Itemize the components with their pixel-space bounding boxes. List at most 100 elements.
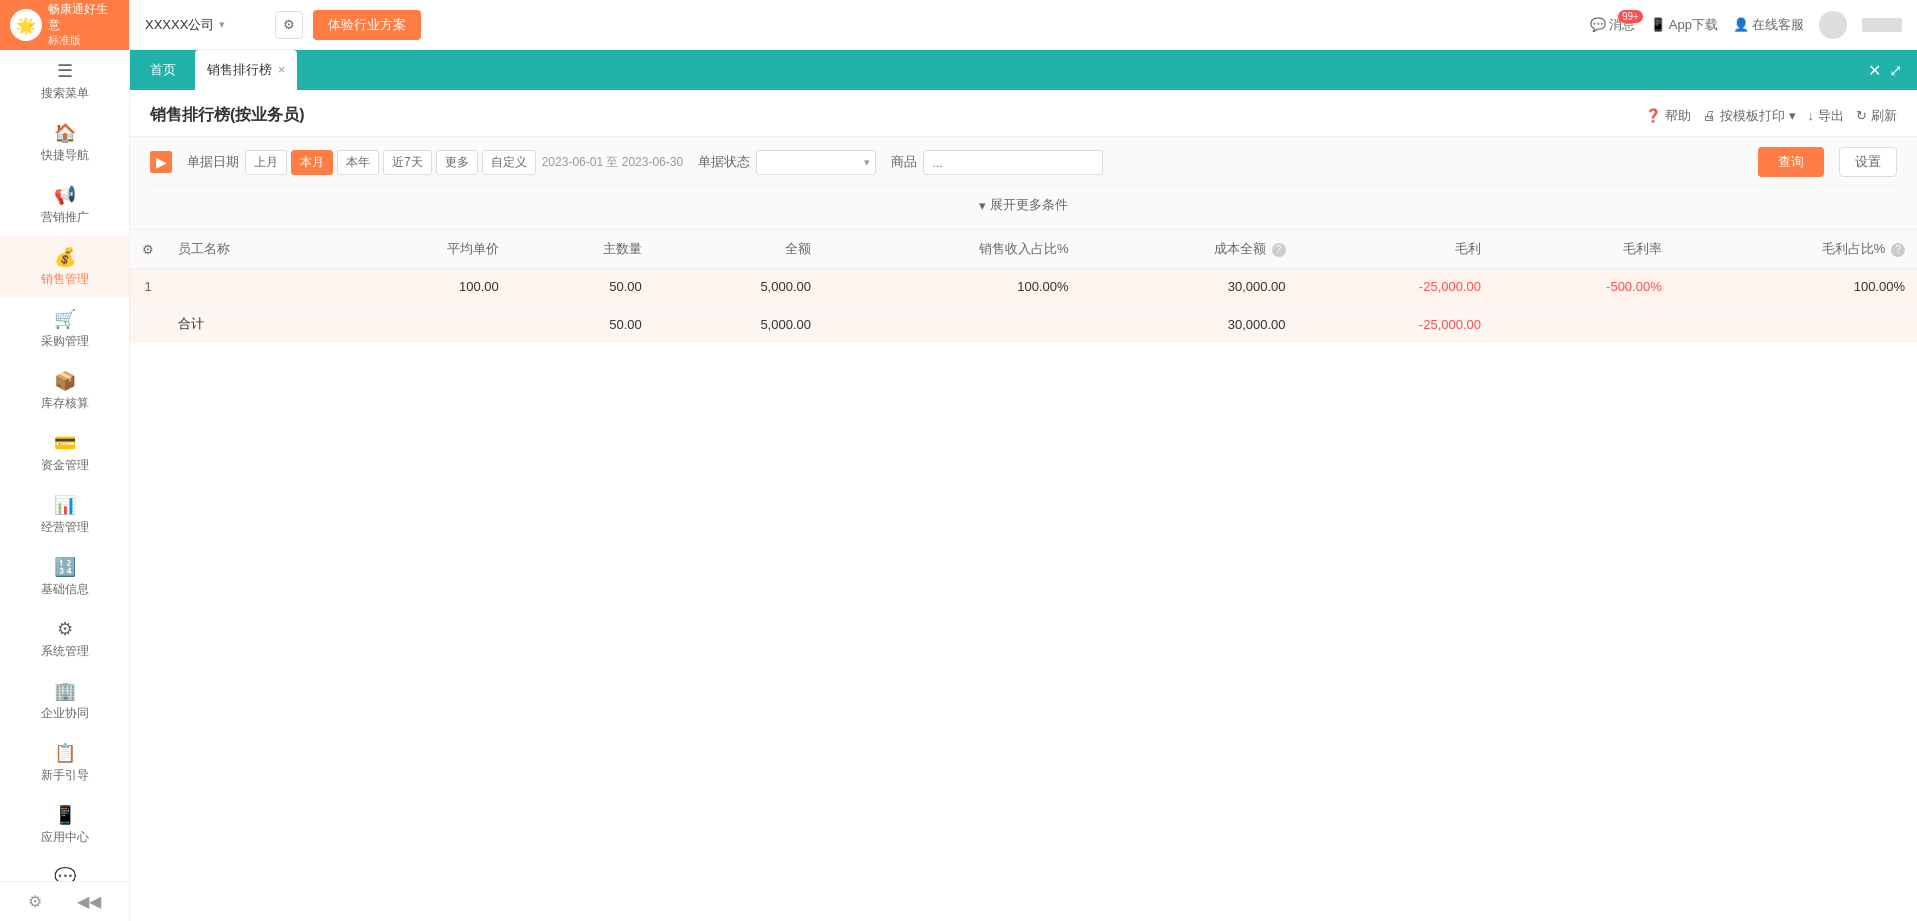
- sidebar-item-basic[interactable]: 🔢 基础信息: [0, 546, 129, 608]
- row-gross: -25,000.00: [1298, 269, 1493, 305]
- status-filter: 单据状态: [698, 150, 876, 175]
- footer-gross-rate: [1493, 305, 1674, 344]
- tab-close-btn[interactable]: ×: [278, 63, 285, 77]
- sidebar-item-shortcut[interactable]: 🏠 快捷导航: [0, 112, 129, 174]
- sidebar-item-search[interactable]: ☰ 搜索菜单: [0, 50, 129, 112]
- user-avatar[interactable]: [1819, 11, 1847, 39]
- status-select[interactable]: [756, 150, 876, 175]
- last7-btn[interactable]: 近7天: [383, 150, 432, 175]
- tabbar: 首页 销售排行榜 × ✕ ⤢: [130, 50, 1917, 90]
- sidebar-item-marketing[interactable]: 📢 营销推广: [0, 174, 129, 236]
- inventory-icon: 📦: [54, 370, 76, 392]
- trial-button[interactable]: 体验行业方案: [313, 10, 421, 40]
- topbar-settings-btn[interactable]: ⚙: [275, 11, 303, 39]
- logo-icon: 🌟: [10, 9, 42, 41]
- wechat-icon: 💬: [54, 866, 76, 881]
- settings-btn-filter[interactable]: 设置: [1839, 147, 1897, 177]
- col-cost: 成本全额 ?: [1081, 230, 1298, 269]
- refresh-btn[interactable]: ↻ 刷新: [1856, 107, 1897, 125]
- sidebar-collapse-btn[interactable]: ◀◀: [77, 892, 101, 911]
- notification-badge: 99+: [1618, 10, 1643, 23]
- footer-sales-pct: [823, 305, 1081, 344]
- sidebar-item-guide[interactable]: 📋 新手引导: [0, 732, 129, 794]
- footer-avg-price: [338, 305, 510, 344]
- print-btn[interactable]: 🖨 按模板打印 ▾: [1703, 107, 1796, 125]
- custom-date-btn[interactable]: 自定义: [482, 150, 536, 175]
- app-download-btn[interactable]: 📱 App下载: [1650, 16, 1718, 34]
- sidebar-item-enterprise[interactable]: 🏢 企业协同: [0, 670, 129, 732]
- refresh-icon: ↻: [1856, 108, 1867, 123]
- footer-amount: 5,000.00: [654, 305, 823, 344]
- col-settings[interactable]: ⚙: [130, 230, 166, 269]
- help-btn[interactable]: ❓ 帮助: [1645, 107, 1691, 125]
- last-month-btn[interactable]: 上月: [245, 150, 287, 175]
- sidebar-item-operations[interactable]: 📊 经营管理: [0, 484, 129, 546]
- print-icon: 🖨: [1703, 108, 1716, 123]
- sidebar-item-apps[interactable]: 📱 应用中心: [0, 794, 129, 856]
- footer-gross-pct: [1674, 305, 1917, 344]
- logo-text: 畅康通好生意 标准版: [48, 2, 119, 47]
- content: 销售排行榜(按业务员) ❓ 帮助 🖨 按模板打印 ▾ ↓ 导出: [130, 90, 1917, 921]
- sidebar-logo: 🌟 畅康通好生意 标准版: [0, 0, 129, 50]
- sidebar-item-purchase[interactable]: 🛒 采购管理: [0, 298, 129, 360]
- row-name: [166, 269, 338, 305]
- help-icon: ❓: [1645, 108, 1661, 123]
- grosspct-help-icon[interactable]: ?: [1891, 243, 1905, 257]
- page-header: 销售排行榜(按业务员) ❓ 帮助 🖨 按模板打印 ▾ ↓ 导出: [130, 90, 1917, 137]
- sidebar-item-system[interactable]: ⚙ 系统管理: [0, 608, 129, 670]
- expand-filters-btn[interactable]: ▾ 展开更多条件: [150, 191, 1897, 219]
- cost-help-icon[interactable]: ?: [1272, 243, 1286, 257]
- col-gross-rate: 毛利率: [1493, 230, 1674, 269]
- query-btn[interactable]: 查询: [1758, 147, 1824, 177]
- filter-row-1: ▶ 单据日期 上月 本月 本年 近7天 更多 自定义 2023-06-01 至 …: [150, 147, 1897, 177]
- company-selector[interactable]: XXXXX公司 ▾: [145, 16, 265, 34]
- sidebar-settings-btn[interactable]: ⚙: [28, 892, 42, 911]
- table-container: ⚙ 员工名称 平均单价 主数量 全额 销售收入占比% 成本全额 ? 毛利 毛利率: [130, 230, 1917, 921]
- print-dropdown-arrow: ▾: [1789, 108, 1796, 123]
- system-icon: ⚙: [57, 618, 73, 640]
- company-dropdown-arrow: ▾: [219, 18, 225, 31]
- col-sales-pct: 销售收入占比%: [823, 230, 1081, 269]
- sidebar-item-wechat[interactable]: 💬 企业微信: [0, 856, 129, 881]
- tab-sales-ranking[interactable]: 销售排行榜 ×: [195, 50, 297, 90]
- this-year-btn[interactable]: 本年: [337, 150, 379, 175]
- row-quantity: 50.00: [511, 269, 654, 305]
- message-icon: 💬: [1590, 17, 1606, 32]
- enterprise-icon: 🏢: [54, 680, 76, 702]
- topbar-right: 💬 消息 99+ 📱 App下载 👤 在线客服: [1590, 11, 1902, 39]
- table-row: 1 100.00 50.00 5,000.00 100.00% 30,000.0…: [130, 269, 1917, 305]
- sidebar-nav: ☰ 搜索菜单 🏠 快捷导航 📢 营销推广 💰 销售管理 🛒 采购管理 📦 库存核…: [0, 50, 129, 881]
- more-date-btn[interactable]: 更多: [436, 150, 478, 175]
- apps-icon: 📱: [54, 804, 76, 826]
- sidebar-item-sales[interactable]: 💰 销售管理: [0, 236, 129, 298]
- sidebar-item-inventory[interactable]: 📦 库存核算: [0, 360, 129, 422]
- date-buttons: 上月 本月 本年 近7天 更多 自定义: [245, 150, 536, 175]
- footer-empty: [130, 305, 166, 344]
- sidebar-item-finance[interactable]: 💳 资金管理: [0, 422, 129, 484]
- gear-icon: ⚙: [283, 17, 295, 32]
- tab-maximize-btn[interactable]: ⤢: [1889, 61, 1902, 80]
- notification-btn[interactable]: 💬 消息 99+: [1590, 16, 1635, 34]
- table-footer-row: 合计 50.00 5,000.00 30,000.00 -25,000.00: [130, 305, 1917, 344]
- row-amount: 5,000.00: [654, 269, 823, 305]
- row-rank: 1: [130, 269, 166, 305]
- finance-icon: 💳: [54, 432, 76, 454]
- tab-close-window-btn[interactable]: ✕: [1868, 61, 1881, 80]
- row-cost: 30,000.00: [1081, 269, 1298, 305]
- col-avg-price: 平均单价: [338, 230, 510, 269]
- filter-collapse-btn[interactable]: ▶: [150, 151, 172, 173]
- sidebar: 🌟 畅康通好生意 标准版 ☰ 搜索菜单 🏠 快捷导航 📢 营销推广 💰 销售管理…: [0, 0, 130, 921]
- goods-input[interactable]: [923, 150, 1103, 175]
- online-service-btn[interactable]: 👤 在线客服: [1733, 16, 1804, 34]
- col-amount: 全额: [654, 230, 823, 269]
- row-gross-pct: 100.00%: [1674, 269, 1917, 305]
- sales-icon: 💰: [54, 246, 76, 268]
- export-btn[interactable]: ↓ 导出: [1808, 107, 1845, 125]
- operations-icon: 📊: [54, 494, 76, 516]
- col-quantity: 主数量: [511, 230, 654, 269]
- date-filter-label: 单据日期: [187, 153, 239, 171]
- this-month-btn[interactable]: 本月: [291, 150, 333, 175]
- page-actions: ❓ 帮助 🖨 按模板打印 ▾ ↓ 导出 ↻ 刷新: [1645, 107, 1898, 125]
- tab-home[interactable]: 首页: [135, 50, 191, 90]
- goods-filter-label: 商品: [891, 153, 917, 171]
